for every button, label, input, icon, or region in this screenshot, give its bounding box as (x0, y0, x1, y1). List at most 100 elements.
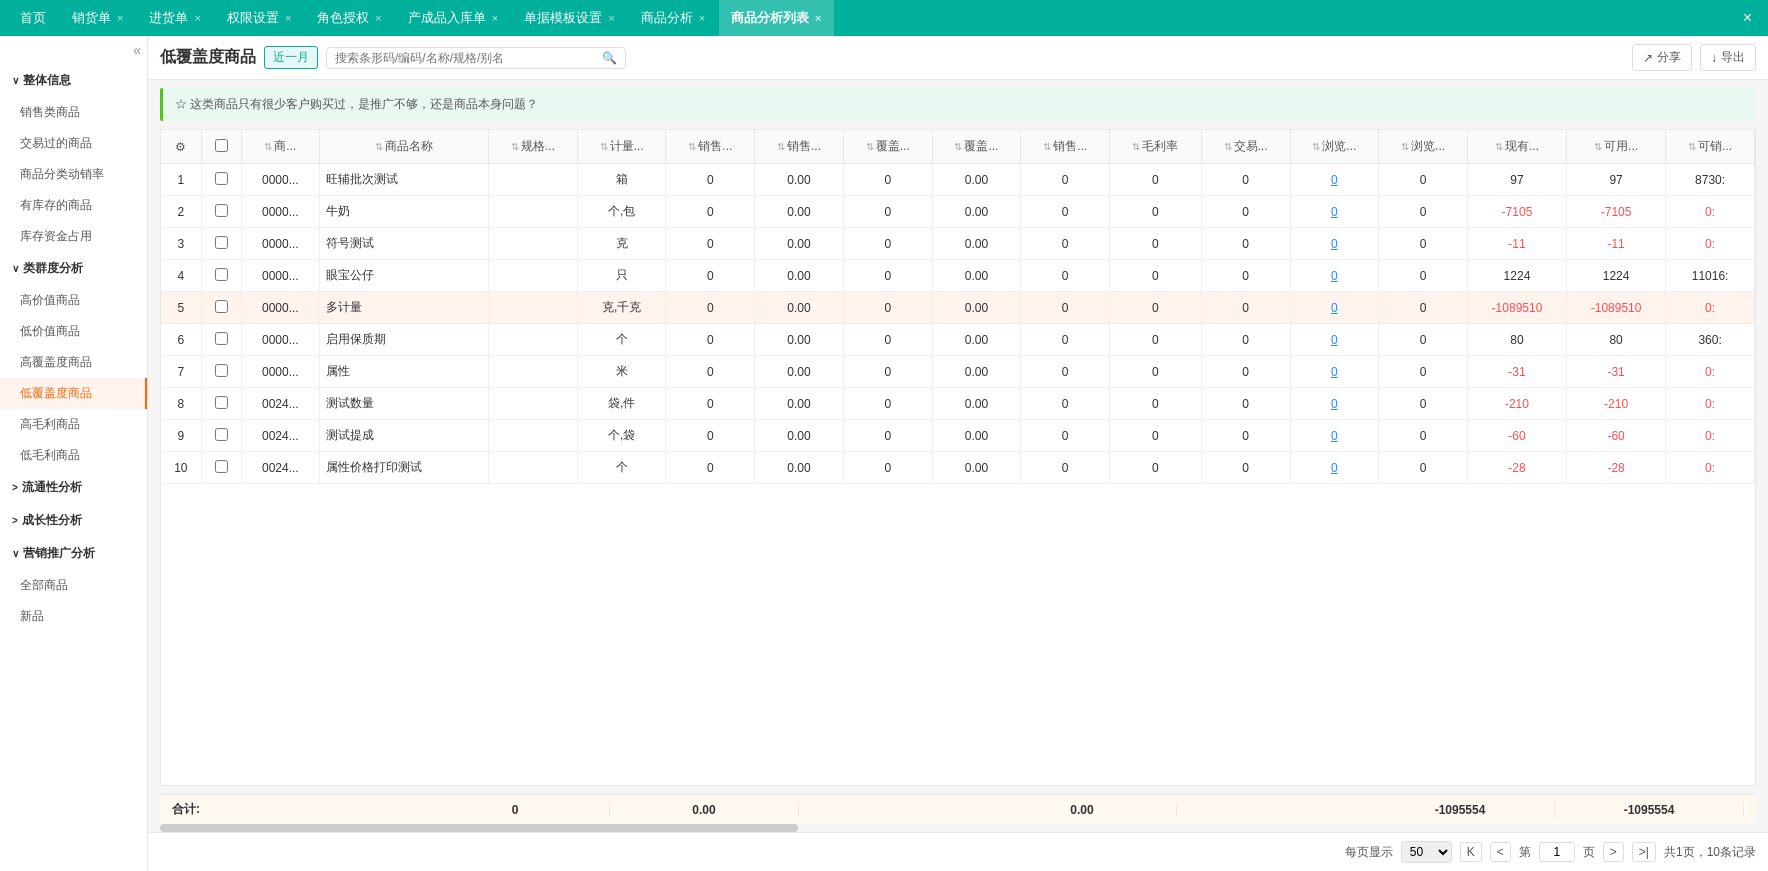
nav-close-icon[interactable]: × (194, 12, 200, 24)
row-select-checkbox[interactable] (215, 460, 228, 473)
export-btn[interactable]: ↓ 导出 (1700, 44, 1756, 71)
nav-item-商品分析列表[interactable]: 商品分析列表× (719, 0, 833, 36)
col-header-settings[interactable]: ⚙ (161, 130, 201, 164)
last-page-btn[interactable]: >| (1632, 842, 1656, 862)
row-select-checkbox[interactable] (215, 428, 228, 441)
scrollbar-thumb[interactable] (160, 824, 798, 832)
nav-item-进货单[interactable]: 进货单× (137, 0, 212, 36)
row-browse1[interactable]: 0 (1290, 292, 1379, 324)
row-checkbox[interactable] (201, 196, 241, 228)
row-select-checkbox[interactable] (215, 332, 228, 345)
next-page-btn[interactable]: > (1603, 842, 1624, 862)
col-header-browse2[interactable]: ⇅浏览... (1379, 130, 1468, 164)
select-all-checkbox[interactable] (215, 139, 228, 152)
row-checkbox[interactable] (201, 228, 241, 260)
first-page-btn[interactable]: K (1460, 842, 1482, 862)
row-select-checkbox[interactable] (215, 268, 228, 281)
nav-close-icon[interactable]: × (285, 12, 291, 24)
sidebar-collapse-btn[interactable]: « (0, 36, 147, 64)
prev-page-btn[interactable]: < (1490, 842, 1511, 862)
row-browse1[interactable]: 0 (1290, 356, 1379, 388)
nav-item-权限设置[interactable]: 权限设置× (215, 0, 303, 36)
sidebar-item-高价值商品[interactable]: 高价值商品 (0, 285, 147, 316)
sidebar-item-库存资金占用[interactable]: 库存资金占用 (0, 221, 147, 252)
row-browse1[interactable]: 0 (1290, 420, 1379, 452)
page-number-input[interactable] (1539, 842, 1575, 862)
sidebar-item-低价值商品[interactable]: 低价值商品 (0, 316, 147, 347)
col-header-sales_rate[interactable]: ⇅销售... (1021, 130, 1110, 164)
row-browse1[interactable]: 0 (1290, 324, 1379, 356)
sidebar-item-全部商品[interactable]: 全部商品 (0, 570, 147, 601)
page-size-select[interactable]: 2050100200 (1401, 841, 1452, 863)
row-select-checkbox[interactable] (215, 364, 228, 377)
filter-recent-month-btn[interactable]: 近一月 (264, 46, 318, 69)
sidebar-item-商品分类动销率[interactable]: 商品分类动销率 (0, 159, 147, 190)
row-checkbox[interactable] (201, 452, 241, 484)
nav-item-销货单[interactable]: 销货单× (60, 0, 135, 36)
nav-close-icon[interactable]: × (375, 12, 381, 24)
row-checkbox[interactable] (201, 420, 241, 452)
row-browse1[interactable]: 0 (1290, 260, 1379, 292)
table-wrapper[interactable]: ⚙⇅商...⇅商品名称⇅规格...⇅计量...⇅销售...⇅销售...⇅覆盖..… (160, 129, 1756, 786)
nav-item-角色授权[interactable]: 角色授权× (305, 0, 393, 36)
col-header-trade[interactable]: ⇅交易... (1201, 130, 1290, 164)
row-browse1[interactable]: 0 (1290, 228, 1379, 260)
sidebar-item-新品[interactable]: 新品 (0, 601, 147, 632)
col-header-coverage1[interactable]: ⇅覆盖... (843, 130, 932, 164)
nav-close-icon[interactable]: × (699, 12, 705, 24)
row-browse1[interactable]: 0 (1290, 388, 1379, 420)
sidebar-item-高覆盖度商品[interactable]: 高覆盖度商品 (0, 347, 147, 378)
row-select-checkbox[interactable] (215, 204, 228, 217)
nav-item-商品分析[interactable]: 商品分析× (629, 0, 717, 36)
sidebar-item-有库存的商品[interactable]: 有库存的商品 (0, 190, 147, 221)
col-header-spec[interactable]: ⇅规格... (489, 130, 578, 164)
sidebar-item-低毛利商品[interactable]: 低毛利商品 (0, 440, 147, 471)
search-input[interactable] (335, 51, 598, 65)
sidebar-section-成长性分析[interactable]: >成长性分析 (0, 504, 147, 537)
sidebar-section-营销推广分析[interactable]: ∨营销推广分析 (0, 537, 147, 570)
share-btn[interactable]: ↗ 分享 (1632, 44, 1692, 71)
col-header-sales_amount[interactable]: ⇅销售... (755, 130, 844, 164)
row-checkbox[interactable] (201, 260, 241, 292)
row-browse1[interactable]: 0 (1290, 164, 1379, 196)
nav-item-首页[interactable]: 首页 (8, 0, 58, 36)
col-header-unit[interactable]: ⇅计量... (577, 130, 666, 164)
nav-close-icon[interactable]: × (117, 12, 123, 24)
horizontal-scrollbar[interactable] (160, 824, 1756, 832)
sidebar-section-类群度分析[interactable]: ∨类群度分析 (0, 252, 147, 285)
row-checkbox[interactable] (201, 388, 241, 420)
col-header-saleable[interactable]: ⇅可销... (1666, 130, 1755, 164)
row-select-checkbox[interactable] (215, 236, 228, 249)
row-checkbox[interactable] (201, 356, 241, 388)
row-checkbox[interactable] (201, 324, 241, 356)
col-header-coverage2[interactable]: ⇅覆盖... (932, 130, 1021, 164)
row-checkbox[interactable] (201, 164, 241, 196)
sidebar-item-交易过的商品[interactable]: 交易过的商品 (0, 128, 147, 159)
row-select-checkbox[interactable] (215, 300, 228, 313)
row-browse1[interactable]: 0 (1290, 196, 1379, 228)
row-select-checkbox[interactable] (215, 396, 228, 409)
nav-item-产成品入库单[interactable]: 产成品入库单× (396, 0, 510, 36)
settings-icon[interactable]: ⚙ (175, 140, 186, 154)
col-header-available_stock[interactable]: ⇅可用... (1567, 130, 1666, 164)
nav-close-icon[interactable]: × (815, 12, 821, 24)
search-icon[interactable]: 🔍 (602, 51, 617, 65)
col-header-code[interactable]: ⇅商... (242, 130, 319, 164)
row-checkbox[interactable] (201, 292, 241, 324)
col-header-gross_margin[interactable]: ⇅毛利率 (1110, 130, 1202, 164)
row-select-checkbox[interactable] (215, 172, 228, 185)
sidebar-item-销售类商品[interactable]: 销售类商品 (0, 97, 147, 128)
sidebar-section-整体信息[interactable]: ∨整体信息 (0, 64, 147, 97)
col-header-checkbox[interactable] (201, 130, 241, 164)
col-header-browse1[interactable]: ⇅浏览... (1290, 130, 1379, 164)
nav-close-icon[interactable]: × (608, 12, 614, 24)
nav-close-icon[interactable]: × (492, 12, 498, 24)
sidebar-item-高毛利商品[interactable]: 高毛利商品 (0, 409, 147, 440)
close-all-btn[interactable]: × (1735, 9, 1760, 27)
col-header-name[interactable]: ⇅商品名称 (319, 130, 489, 164)
col-header-current_stock[interactable]: ⇅现有... (1467, 130, 1566, 164)
row-browse1[interactable]: 0 (1290, 452, 1379, 484)
nav-item-单据模板设置[interactable]: 单据模板设置× (512, 0, 626, 36)
sidebar-item-低覆盖度商品[interactable]: 低覆盖度商品 (0, 378, 147, 409)
sidebar-section-流通性分析[interactable]: >流通性分析 (0, 471, 147, 504)
